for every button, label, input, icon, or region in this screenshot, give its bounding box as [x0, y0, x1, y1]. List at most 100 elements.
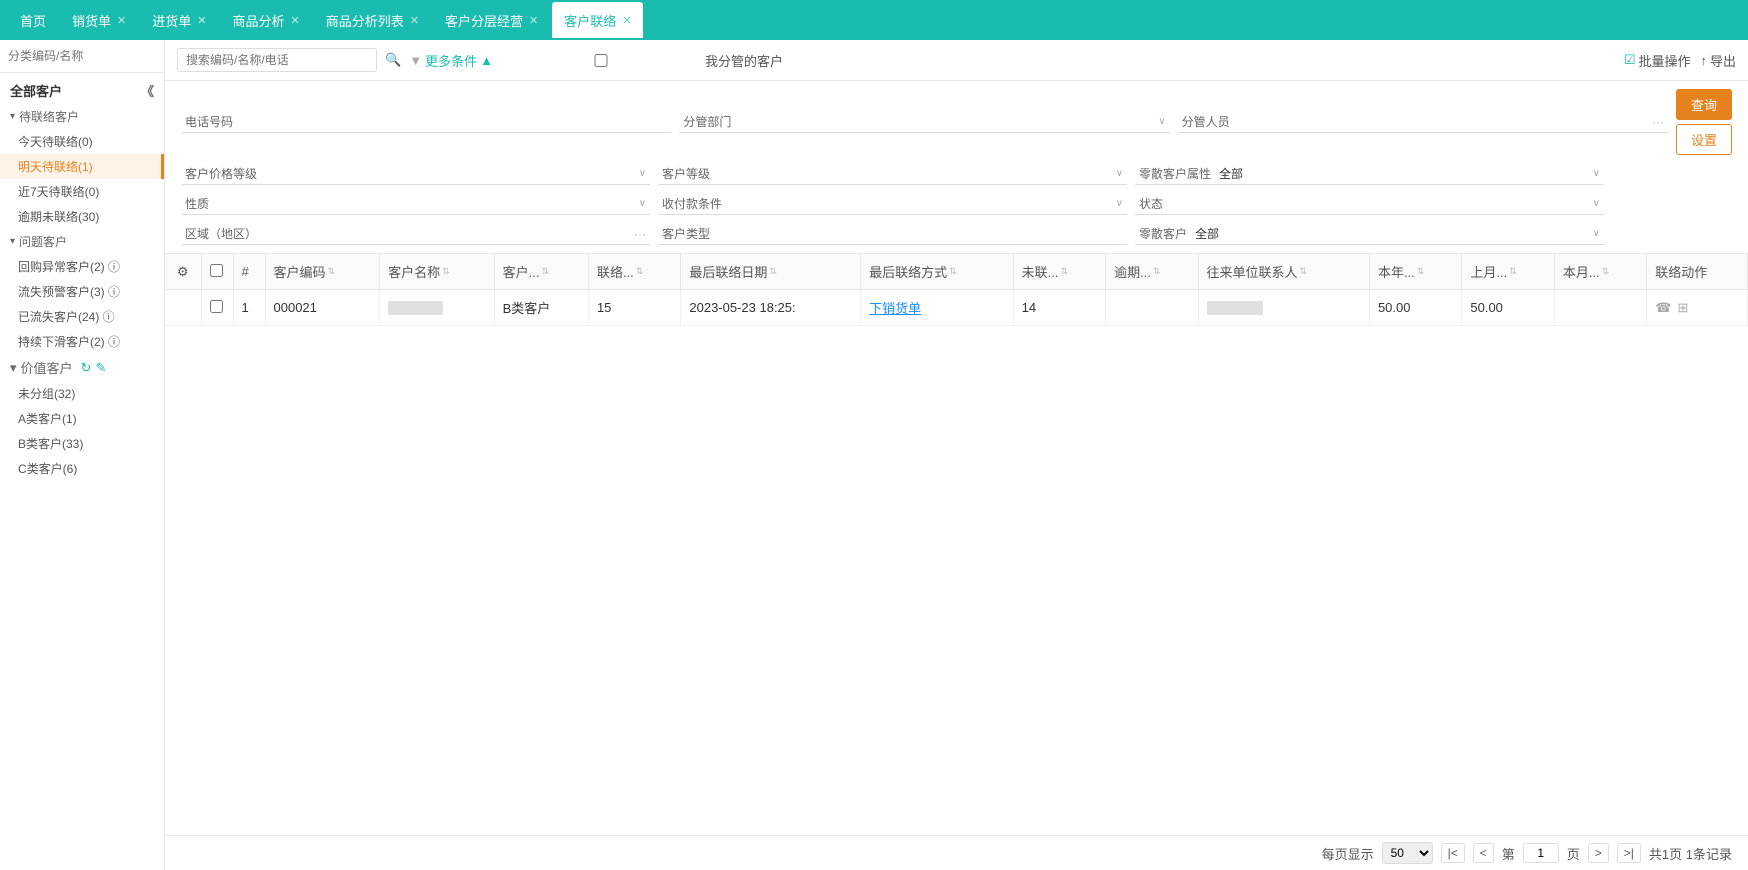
- batch-op-btn[interactable]: ☑ 批量操作: [1624, 51, 1691, 70]
- sidebar-item-week[interactable]: 近7天待联络(0): [0, 179, 164, 204]
- query-btn-group: 查询 设置: [1676, 89, 1732, 155]
- value-refresh-icon[interactable]: ↻: [81, 360, 92, 376]
- col-last-month[interactable]: 上月... ⇅: [1462, 254, 1554, 290]
- col-code-sort[interactable]: ⇅: [328, 266, 336, 277]
- sidebar-item-a-class[interactable]: A类客户(1): [0, 406, 164, 431]
- col-contact-sort[interactable]: ⇅: [636, 266, 644, 277]
- col-last-contact-date[interactable]: 最后联络日期 ⇅: [681, 254, 861, 290]
- col-this-year[interactable]: 本年... ⇅: [1369, 254, 1461, 290]
- set-button[interactable]: 设置: [1676, 124, 1732, 155]
- nav-customer-tier[interactable]: 客户分层经营 ✕: [433, 2, 550, 38]
- col-unit-contact-sort[interactable]: ⇅: [1300, 266, 1308, 277]
- prev-page-btn[interactable]: <: [1473, 843, 1494, 863]
- filter-region[interactable]: 区域（地区） ···: [181, 223, 650, 245]
- filter-customer-level[interactable]: 客户等级 ∨: [658, 163, 1127, 185]
- nav-goods-analysis-list-close[interactable]: ✕: [410, 14, 419, 27]
- table-area: ⚙ # 客户编码 ⇅: [165, 254, 1748, 835]
- col-last-month-sort[interactable]: ⇅: [1509, 266, 1517, 277]
- sidebar-search-input[interactable]: [8, 49, 163, 63]
- filter-customer-type[interactable]: 客户类型: [658, 223, 1127, 245]
- col-contact[interactable]: 联络... ⇅: [588, 254, 680, 290]
- filter-retail-attr[interactable]: 零散客户属性 全部 ∨: [1135, 163, 1604, 185]
- my-customers-check[interactable]: [501, 54, 701, 67]
- filter-dept[interactable]: 分管部门 ∨: [679, 111, 1169, 133]
- nav-sales[interactable]: 销货单 ✕: [60, 2, 138, 38]
- nav-purchase-close[interactable]: ✕: [197, 14, 206, 27]
- action-phone-icon[interactable]: ☎: [1655, 300, 1671, 316]
- action-grid-icon[interactable]: ⊞: [1677, 300, 1688, 316]
- col-code[interactable]: 客户编码 ⇅: [265, 254, 380, 290]
- filter-price-level[interactable]: 客户价格等级 ∨: [181, 163, 650, 185]
- select-all-checkbox[interactable]: [210, 264, 223, 277]
- filter-price-level-chevron: ∨: [639, 168, 646, 179]
- col-this-month[interactable]: 本月... ⇅: [1554, 254, 1646, 290]
- sidebar-item-lost-warning[interactable]: 流失预警客户(3) ⓘ: [0, 279, 164, 304]
- sidebar-item-b-class[interactable]: B类客户(33): [0, 431, 164, 456]
- col-no-contact-sort[interactable]: ⇅: [1060, 266, 1068, 277]
- all-customers-title: 全部客户 《: [0, 73, 164, 104]
- page-label: 第: [1502, 844, 1515, 863]
- filter-search-icon[interactable]: 🔍: [385, 52, 401, 68]
- col-action: 联络动作: [1647, 254, 1748, 290]
- sidebar-item-declining[interactable]: 持续下滑客户(2) ⓘ: [0, 329, 164, 354]
- nav-goods-analysis-close[interactable]: ✕: [291, 14, 300, 27]
- sidebar-group-value-customers[interactable]: ▾价值客户 ↻ ✎: [0, 354, 164, 381]
- last-contact-method-link[interactable]: 下销货单: [869, 301, 921, 316]
- last-page-btn[interactable]: >|: [1617, 843, 1641, 863]
- col-this-month-sort[interactable]: ⇅: [1602, 266, 1610, 277]
- nav-sales-close[interactable]: ✕: [117, 14, 126, 27]
- filter-payment[interactable]: 收付款条件 ∨: [658, 193, 1127, 215]
- page-size-select[interactable]: 50 100 200: [1382, 842, 1433, 864]
- more-conditions-btn[interactable]: ▼ 更多条件 ▲: [409, 51, 493, 70]
- query-button[interactable]: 查询: [1676, 89, 1732, 120]
- sidebar-item-repurchase[interactable]: 回购异常客户(2) ⓘ: [0, 254, 164, 279]
- col-no-contact[interactable]: 未联... ⇅: [1013, 254, 1105, 290]
- col-type[interactable]: 客户... ⇅: [494, 254, 588, 290]
- sidebar-group-problem-customers[interactable]: 问题客户: [0, 229, 164, 254]
- next-page-btn[interactable]: >: [1588, 843, 1609, 863]
- filter-phone[interactable]: 电话号码: [181, 111, 671, 133]
- row-checkbox[interactable]: [210, 300, 223, 313]
- filter-person[interactable]: 分管人员 ···: [1178, 111, 1668, 133]
- col-name-sort[interactable]: ⇅: [442, 266, 450, 277]
- nav-home[interactable]: 首页: [8, 2, 58, 38]
- cell-unit-contact: [1198, 290, 1369, 326]
- nav-customer-contact[interactable]: 客户联络 ✕: [552, 2, 643, 38]
- sidebar-item-lost[interactable]: 已流失客户(24) ⓘ: [0, 304, 164, 329]
- col-overdue[interactable]: 逾期... ⇅: [1106, 254, 1198, 290]
- sidebar-item-ungrouped[interactable]: 未分组(32): [0, 381, 164, 406]
- page-input[interactable]: [1523, 843, 1559, 863]
- nav-goods-analysis-list[interactable]: 商品分析列表 ✕: [314, 2, 431, 38]
- filter-nature[interactable]: 性质 ∨: [181, 193, 650, 215]
- search-input[interactable]: [177, 48, 377, 72]
- filter-retail-customer[interactable]: 零散客户 全部 ∨: [1135, 223, 1604, 245]
- nav-goods-analysis[interactable]: 商品分析 ✕: [220, 2, 311, 38]
- col-unit-contact[interactable]: 往来单位联系人 ⇅: [1198, 254, 1369, 290]
- col-type-sort[interactable]: ⇅: [541, 266, 549, 277]
- col-settings[interactable]: ⚙: [165, 254, 201, 290]
- sidebar-item-c-class[interactable]: C类客户(6): [0, 456, 164, 481]
- collapse-icon[interactable]: 《: [141, 81, 154, 100]
- sidebar-group-pending-contact[interactable]: 待联络客户: [0, 104, 164, 129]
- value-edit-icon[interactable]: ✎: [95, 360, 106, 376]
- nav-customer-tier-close[interactable]: ✕: [529, 14, 538, 27]
- filter-status[interactable]: 状态 ∨: [1135, 193, 1604, 215]
- sidebar-item-overdue[interactable]: 逾期未联络(30): [0, 204, 164, 229]
- sidebar-item-tomorrow[interactable]: 明天待联络(1): [0, 154, 164, 179]
- col-checkbox[interactable]: [201, 254, 233, 290]
- col-last-contact-method[interactable]: 最后联络方式 ⇅: [861, 254, 1013, 290]
- my-customers-checkbox[interactable]: 我分管的客户: [501, 51, 783, 70]
- first-page-btn[interactable]: |<: [1441, 843, 1465, 863]
- nav-customer-contact-label: 客户联络: [564, 11, 616, 30]
- export-btn[interactable]: ↑ 导出: [1700, 51, 1736, 70]
- col-overdue-sort[interactable]: ⇅: [1153, 266, 1161, 277]
- col-this-year-sort[interactable]: ⇅: [1417, 266, 1425, 277]
- nav-customer-contact-close[interactable]: ✕: [622, 14, 631, 27]
- col-last-contact-date-sort[interactable]: ⇅: [769, 266, 777, 277]
- sidebar-item-today[interactable]: 今天待联络(0): [0, 129, 164, 154]
- cell-last-contact-method[interactable]: 下销货单: [861, 290, 1013, 326]
- col-name[interactable]: 客户名称 ⇅: [380, 254, 495, 290]
- cell-checkbox[interactable]: [201, 290, 233, 326]
- col-last-contact-method-sort[interactable]: ⇅: [949, 266, 957, 277]
- nav-purchase[interactable]: 进货单 ✕: [140, 2, 218, 38]
